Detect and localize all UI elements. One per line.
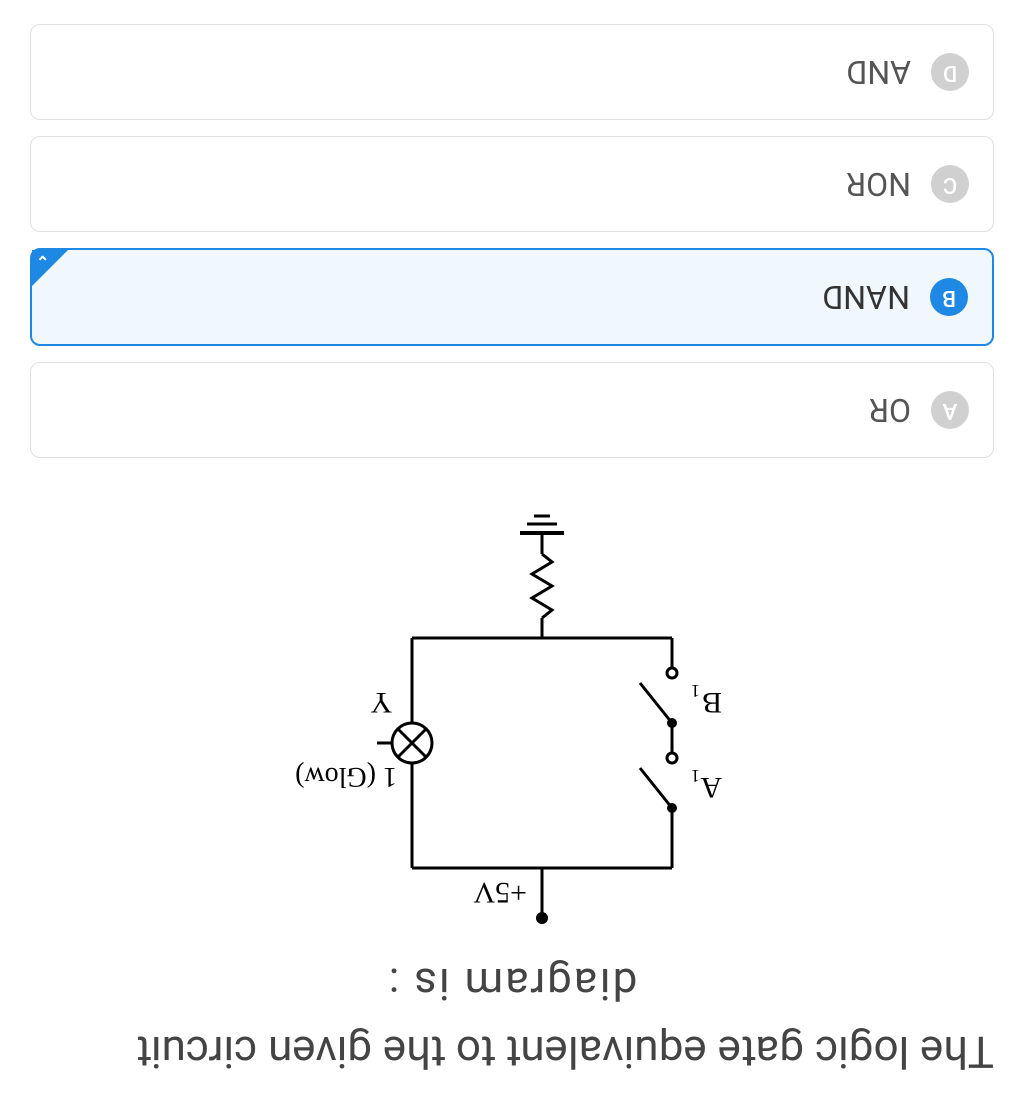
switch-a-sub: 1 [691,766,700,786]
lamp-label: 1 (Glow) [295,761,397,792]
option-a[interactable]: A OR [30,362,994,458]
circuit-svg: +5V A 1 B 1 1 (Glow) Y [282,498,742,938]
option-a-badge: A [931,391,969,429]
circuit-diagram: +5V A 1 B 1 1 (Glow) Y [30,498,994,938]
option-b-badge: B [930,278,968,316]
option-c-badge: C [931,165,969,203]
option-b[interactable]: B NAND ⌄ [30,248,994,346]
switch-a-label: A [700,771,722,804]
chevron-down-icon: ⌄ [36,253,49,269]
question-text-line2: diagram is : [30,958,994,1010]
option-d[interactable]: D AND [30,24,994,120]
option-c[interactable]: C NOR [30,136,994,232]
option-b-text: NAND [822,278,910,316]
option-c-text: NOR [846,165,911,203]
voltage-label: +5V [473,876,527,909]
options-list: A OR B NAND ⌄ C NOR D AND [30,24,994,458]
output-label-y: Y [370,686,392,719]
switch-b-sub: 1 [691,681,700,701]
question-text-line1: The logic gate equivalent to the given c… [30,1020,994,1082]
switch-b-label: B [702,686,722,719]
option-a-text: OR [869,391,911,429]
option-d-badge: D [931,53,969,91]
option-d-text: AND [846,53,911,91]
